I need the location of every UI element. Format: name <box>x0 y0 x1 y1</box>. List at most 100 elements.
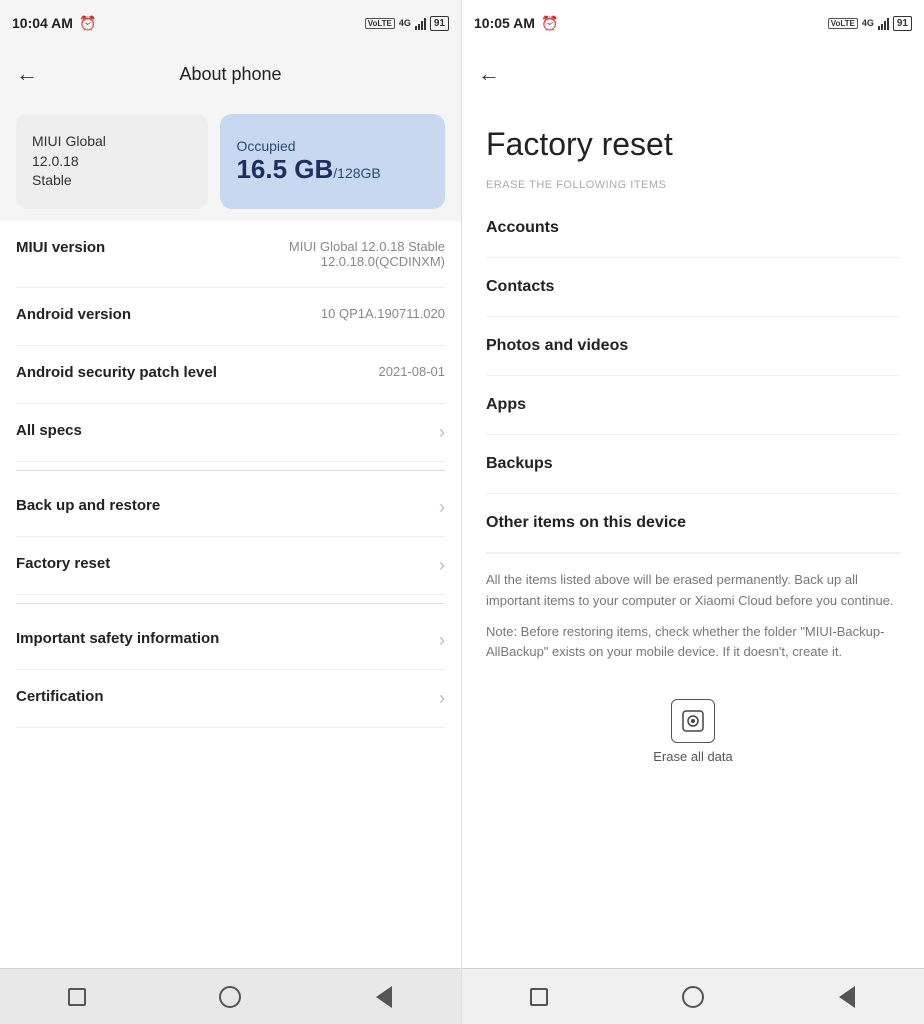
spec-label-security: Android security patch level <box>16 364 217 381</box>
spec-row-android-inner: Android version 10 QP1A.190711.020 <box>16 306 445 327</box>
backup-chevron: › <box>439 497 445 518</box>
miui-line1: MIUI Global <box>32 133 106 149</box>
rbar3 <box>884 21 886 30</box>
spec-row-security-inner: Android security patch level 2021-08-01 <box>16 364 445 385</box>
rbar2 <box>881 24 883 30</box>
miui-card-text: MIUI Global 12.0.18 Stable <box>32 132 192 191</box>
circle-icon-right <box>682 986 704 1008</box>
factory-reset-content: Factory reset ERASE THE FOLLOWING ITEMS … <box>462 102 924 968</box>
erase-all-section: Erase all data <box>486 689 900 784</box>
erase-icon-svg <box>680 708 706 734</box>
spec-label-android: Android version <box>16 306 131 323</box>
miui-section: MIUI Global 12.0.18 Stable Occupied 16.5… <box>0 102 461 221</box>
all-specs-label: All specs <box>16 422 82 439</box>
nav-square-left[interactable] <box>63 983 91 1011</box>
spec-value-security: 2021-08-01 <box>379 364 446 379</box>
time-left: 10:04 AM <box>12 15 73 31</box>
backup-label: Back up and restore <box>16 497 160 514</box>
circle-icon-left <box>219 986 241 1008</box>
safety-chevron: › <box>439 630 445 651</box>
status-bar-right: 10:05 AM ⏰ VoLTE 4G 91 <box>462 0 924 46</box>
backup-row[interactable]: Back up and restore › <box>16 479 445 537</box>
erase-item-apps: Apps <box>486 376 900 435</box>
factory-reset-label: Factory reset <box>16 555 110 572</box>
signal-right <box>878 16 889 30</box>
left-panel: 10:04 AM ⏰ VoLTE 4G 91 ← About phone MIU… <box>0 0 462 1024</box>
spec-value-miui: MIUI Global 12.0.18 Stable12.0.18.0(QCDI… <box>289 239 445 269</box>
note-section: All the items listed above will be erase… <box>486 553 900 689</box>
nav-circle-right[interactable] <box>679 983 707 1011</box>
time-right: 10:05 AM <box>474 15 535 31</box>
note-text-1: All the items listed above will be erase… <box>486 570 900 612</box>
certification-row[interactable]: Certification › <box>16 670 445 728</box>
all-specs-row[interactable]: All specs › <box>16 404 445 462</box>
nav-square-right[interactable] <box>525 983 553 1011</box>
rbar4 <box>887 18 889 30</box>
storage-value-group: 16.5 GB/128GB <box>236 154 429 185</box>
erase-all-label[interactable]: Erase all data <box>653 749 733 764</box>
alarm-icon-right: ⏰ <box>541 15 558 32</box>
erase-item-contacts: Contacts <box>486 258 900 317</box>
page-title-left: About phone <box>179 64 281 85</box>
all-specs-chevron: › <box>439 422 445 443</box>
signal-left <box>415 16 426 30</box>
safety-label: Important safety information <box>16 630 219 647</box>
right-panel: 10:05 AM ⏰ VoLTE 4G 91 ← Factory reset E… <box>462 0 924 1024</box>
storage-label: Occupied <box>236 138 429 154</box>
certification-chevron: › <box>439 688 445 709</box>
status-right-group-right: VoLTE 4G 91 <box>828 16 912 31</box>
status-right-group-left: VoLTE 4G 91 <box>365 16 449 31</box>
divider-1 <box>16 470 445 471</box>
storage-card: Occupied 16.5 GB/128GB <box>220 114 445 209</box>
spec-value-android: 10 QP1A.190711.020 <box>321 306 445 321</box>
nav-bar-left <box>0 968 461 1024</box>
storage-value: 16.5 GB <box>236 154 333 184</box>
lte-right: 4G <box>862 18 874 28</box>
bar1 <box>415 26 417 30</box>
back-button-right[interactable]: ← <box>478 61 500 87</box>
note-text-2: Note: Before restoring items, check whet… <box>486 622 900 664</box>
factory-reset-chevron: › <box>439 555 445 576</box>
erase-item-backups: Backups <box>486 435 900 494</box>
nav-triangle-left[interactable] <box>370 983 398 1011</box>
status-bar-left: 10:04 AM ⏰ VoLTE 4G 91 <box>0 0 461 46</box>
header-right: ← <box>462 46 924 102</box>
battery-right: 91 <box>893 16 912 31</box>
spec-label-miui: MIUI version <box>16 239 105 256</box>
square-icon-right <box>530 988 548 1006</box>
nav-bar-right <box>462 968 924 1024</box>
nav-circle-left[interactable] <box>216 983 244 1011</box>
erase-all-icon[interactable] <box>671 699 715 743</box>
divider-2 <box>16 603 445 604</box>
status-left-right: 10:05 AM ⏰ <box>474 15 558 32</box>
lte-left: 4G <box>399 18 411 28</box>
battery-left: 91 <box>430 16 449 31</box>
back-button-left[interactable]: ← <box>16 61 38 87</box>
header-left: ← About phone <box>0 46 461 102</box>
spec-section: MIUI version MIUI Global 12.0.18 Stable1… <box>0 221 461 968</box>
erase-item-accounts: Accounts <box>486 199 900 258</box>
miui-line3: Stable <box>32 172 72 188</box>
erase-label: ERASE THE FOLLOWING ITEMS <box>486 179 900 191</box>
safety-row[interactable]: Important safety information › <box>16 612 445 670</box>
erase-item-photos: Photos and videos <box>486 317 900 376</box>
storage-total: /128GB <box>333 165 380 181</box>
network-label-right: VoLTE <box>828 18 858 29</box>
spec-row-android: Android version 10 QP1A.190711.020 <box>16 288 445 346</box>
bar2 <box>418 24 420 30</box>
bar4 <box>424 18 426 30</box>
certification-label: Certification <box>16 688 104 705</box>
square-icon-left <box>68 988 86 1006</box>
network-label-left: VoLTE <box>365 18 395 29</box>
erase-item-other: Other items on this device <box>486 494 900 553</box>
factory-title: Factory reset <box>486 102 900 179</box>
triangle-icon-right <box>839 986 855 1008</box>
status-left-group: 10:04 AM ⏰ <box>12 15 96 32</box>
nav-triangle-right[interactable] <box>833 983 861 1011</box>
spec-row-miui-inner: MIUI version MIUI Global 12.0.18 Stable1… <box>16 239 445 269</box>
factory-reset-row[interactable]: Factory reset › <box>16 537 445 595</box>
alarm-icon-left: ⏰ <box>79 15 96 32</box>
bar3 <box>421 21 423 30</box>
triangle-icon-left <box>376 986 392 1008</box>
spec-row-miui: MIUI version MIUI Global 12.0.18 Stable1… <box>16 221 445 288</box>
